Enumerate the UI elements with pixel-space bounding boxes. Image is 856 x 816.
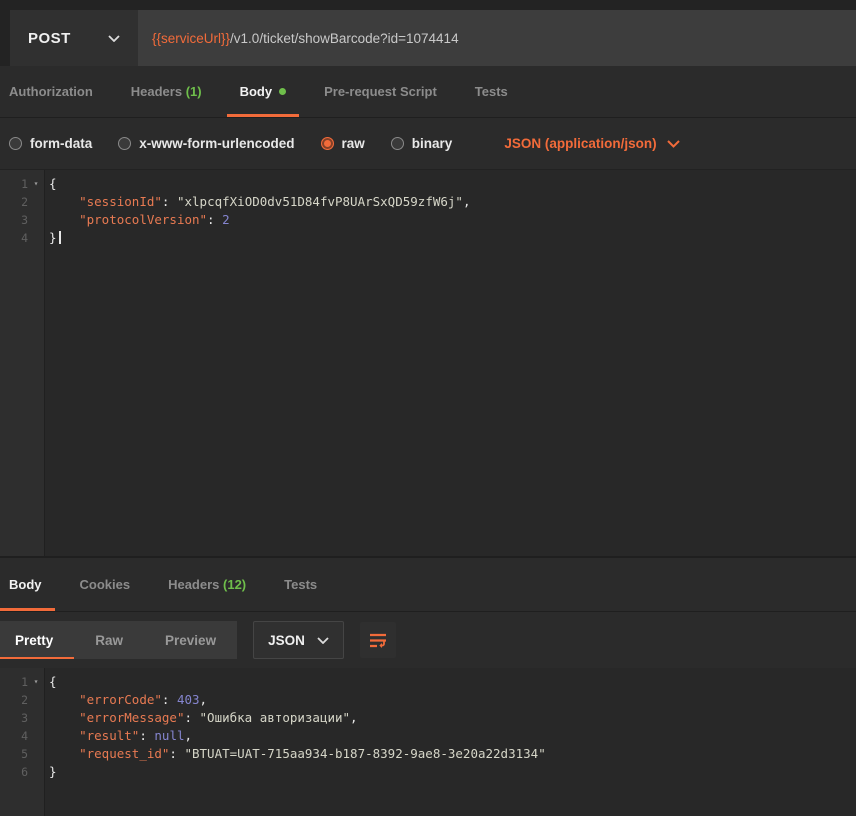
response-tab-tests[interactable]: Tests [265,558,336,611]
code-line: 1 ▾{ [21,175,57,193]
code-line: 4 "result": null, [21,728,193,743]
body-type-raw[interactable]: raw [320,136,365,151]
tab-body-label: Body [239,84,273,99]
tab-pre-request-script[interactable]: Pre-request Script [305,66,456,117]
chevron-down-icon [666,139,680,148]
response-headers-count-badge: (12) [223,577,247,592]
body-type-urlencoded-label: x-www-form-urlencoded [139,136,295,151]
fold-caret-icon[interactable]: ▾ [28,175,44,193]
radio-unselected-icon [9,137,22,150]
code-line: 2 "sessionId": "xlpcqfXiOD0dv51D84fvP8UA… [21,194,471,209]
tab-pre-request-label: Pre-request Script [324,84,437,99]
content-type-label: JSON (application/json) [504,136,657,151]
response-tab-tests-label: Tests [284,577,318,592]
view-pretty-button[interactable]: Pretty [0,621,75,659]
tab-headers-label: Headers [130,84,183,99]
tab-tests[interactable]: Tests [456,66,527,117]
response-toolbar: Pretty Raw Preview JSON [0,612,856,668]
response-format-label: JSON [268,632,305,648]
tab-body[interactable]: Body [221,66,306,117]
view-preview-label: Preview [165,632,217,648]
code-line: 3 "protocolVersion": 2 [21,212,230,227]
chevron-down-icon [317,636,329,644]
wrap-lines-icon [369,633,386,648]
response-body-editor[interactable]: 1 ▾{2 "errorCode": 403, 3 "errorMessage": … [0,668,856,816]
code-line: 3 "errorMessage": "Ошибка авторизации", [21,710,358,725]
radio-selected-icon [320,137,334,150]
view-pretty-label: Pretty [15,632,54,648]
body-type-form-data-label: form-data [30,136,93,151]
url-variable: {{serviceUrl}} [152,30,231,46]
content-type-dropdown[interactable]: JSON (application/json) [504,136,680,151]
chevron-down-icon [108,34,120,42]
radio-unselected-icon [118,137,132,150]
postman-window: POST {{serviceUrl}}/v1.0/ticket/showBarc… [0,0,856,816]
body-type-urlencoded[interactable]: x-www-form-urlencoded [118,136,295,151]
method-label: POST [28,29,71,47]
response-tab-cookies-label: Cookies [79,577,131,592]
body-filled-dot-icon [279,88,287,95]
tab-headers[interactable]: Headers (1) [112,66,221,117]
body-type-binary-label: binary [411,136,453,151]
url-input[interactable]: {{serviceUrl}}/v1.0/ticket/showBarcode?i… [138,10,856,66]
request-url-bar: POST {{serviceUrl}}/v1.0/ticket/showBarc… [0,0,856,66]
view-raw-label: Raw [95,632,124,648]
view-raw-button[interactable]: Raw [74,621,144,659]
tab-authorization-label: Authorization [9,84,93,99]
response-tab-headers[interactable]: Headers (12) [149,558,265,611]
request-body-editor[interactable]: 1 ▾{2 "sessionId": "xlpcqfXiOD0dv51D84fvP… [0,170,856,556]
body-type-binary[interactable]: binary [390,136,453,151]
view-preview-button[interactable]: Preview [144,621,237,659]
response-format-dropdown[interactable]: JSON [253,621,344,659]
response-view-switcher: Pretty Raw Preview [0,621,238,659]
method-dropdown[interactable]: POST [10,10,138,66]
wrap-lines-button[interactable] [359,622,396,658]
response-tab-body-label: Body [9,577,42,592]
code-line: 5 "request_id": "BTUAT=UAT-715aa934-b187… [21,746,546,761]
code-line: 2 "errorCode": 403, [21,692,208,707]
tab-authorization[interactable]: Authorization [0,66,112,117]
body-type-row: form-data x-www-form-urlencoded raw bina… [0,118,856,170]
url-path: /v1.0/ticket/showBarcode?id=1074414 [230,30,459,46]
radio-unselected-icon [390,137,404,150]
fold-caret-icon[interactable]: ▾ [28,673,44,691]
code-line: 4} [0,229,856,247]
body-type-raw-label: raw [341,136,365,151]
code-line: 1 ▾{ [21,673,57,691]
tab-tests-label: Tests [474,84,508,99]
response-tab-body[interactable]: Body [0,558,61,611]
response-tabs: Body Cookies Headers (12) Tests [0,556,856,612]
request-tabs: Authorization Headers (1) Body Pre-reque… [0,66,856,118]
body-type-form-data[interactable]: form-data [9,136,92,151]
response-tab-headers-label: Headers [168,577,220,592]
code-line: 6} [21,764,57,779]
response-tab-cookies[interactable]: Cookies [61,558,150,611]
headers-count-badge: (1) [185,84,202,99]
